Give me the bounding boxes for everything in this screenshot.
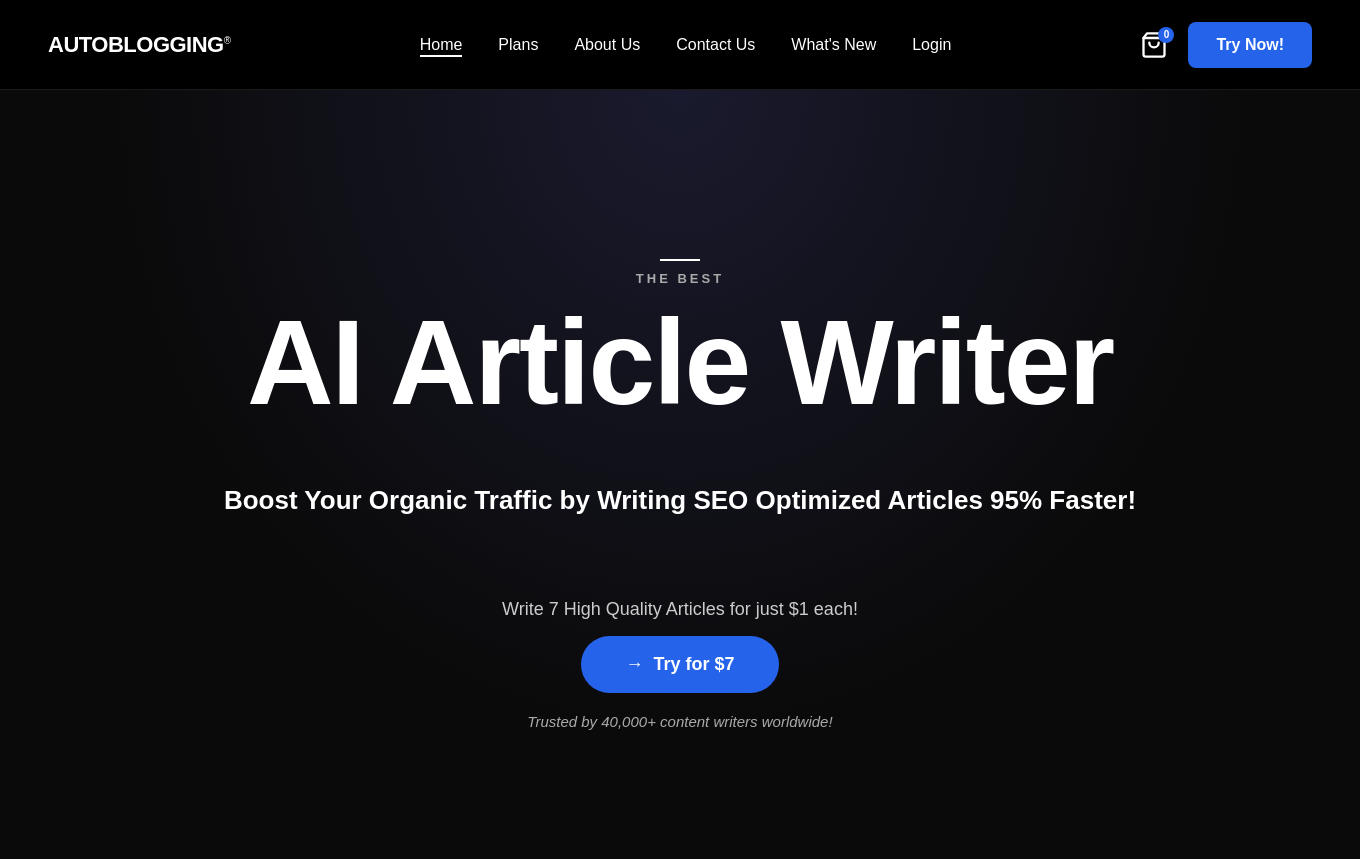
nav-link-plans[interactable]: Plans xyxy=(498,36,538,53)
navbar: AUTOBLOGGING® Home Plans About Us Contac… xyxy=(0,0,1360,90)
nav-right: 0 Try Now! xyxy=(1140,22,1312,68)
hero-section: THE BEST AI Article Writer Boost Your Or… xyxy=(0,90,1360,859)
nav-link-home[interactable]: Home xyxy=(420,36,463,57)
logo-registered: ® xyxy=(224,34,231,45)
hero-subtitle: Boost Your Organic Traffic by Writing SE… xyxy=(224,482,1136,518)
hero-cta-label: Try for $7 xyxy=(653,654,734,675)
arrow-icon: → xyxy=(625,654,643,675)
hero-cta-button[interactable]: → Try for $7 xyxy=(581,636,778,693)
logo-label: AUTOBLOGGING® xyxy=(48,32,231,57)
nav-link-whats-new[interactable]: What's New xyxy=(791,36,876,53)
nav-item-contact[interactable]: Contact Us xyxy=(676,36,755,54)
nav-links: Home Plans About Us Contact Us What's Ne… xyxy=(420,36,952,54)
nav-item-plans[interactable]: Plans xyxy=(498,36,538,54)
try-now-button[interactable]: Try Now! xyxy=(1188,22,1312,68)
nav-link-contact[interactable]: Contact Us xyxy=(676,36,755,53)
cart-button[interactable]: 0 xyxy=(1140,31,1168,59)
hero-eyebrow-line xyxy=(660,259,700,261)
hero-content: THE BEST AI Article Writer Boost Your Or… xyxy=(224,259,1136,729)
hero-eyebrow: THE BEST xyxy=(636,271,724,286)
nav-item-home[interactable]: Home xyxy=(420,36,463,54)
nav-item-whats-new[interactable]: What's New xyxy=(791,36,876,54)
hero-trust-text: Trusted by 40,000+ content writers world… xyxy=(527,713,832,730)
nav-item-about[interactable]: About Us xyxy=(574,36,640,54)
hero-eyebrow-wrapper: THE BEST xyxy=(636,259,724,286)
cart-badge: 0 xyxy=(1158,27,1174,43)
hero-cta-section: Write 7 High Quality Articles for just $… xyxy=(502,599,858,730)
nav-link-login[interactable]: Login xyxy=(912,36,951,53)
logo-text: AUTOBLOGGING® xyxy=(48,32,231,58)
hero-offer-text: Write 7 High Quality Articles for just $… xyxy=(502,599,858,620)
nav-item-login[interactable]: Login xyxy=(912,36,951,54)
hero-title: AI Article Writer xyxy=(247,302,1113,422)
nav-link-about[interactable]: About Us xyxy=(574,36,640,53)
logo[interactable]: AUTOBLOGGING® xyxy=(48,32,231,58)
